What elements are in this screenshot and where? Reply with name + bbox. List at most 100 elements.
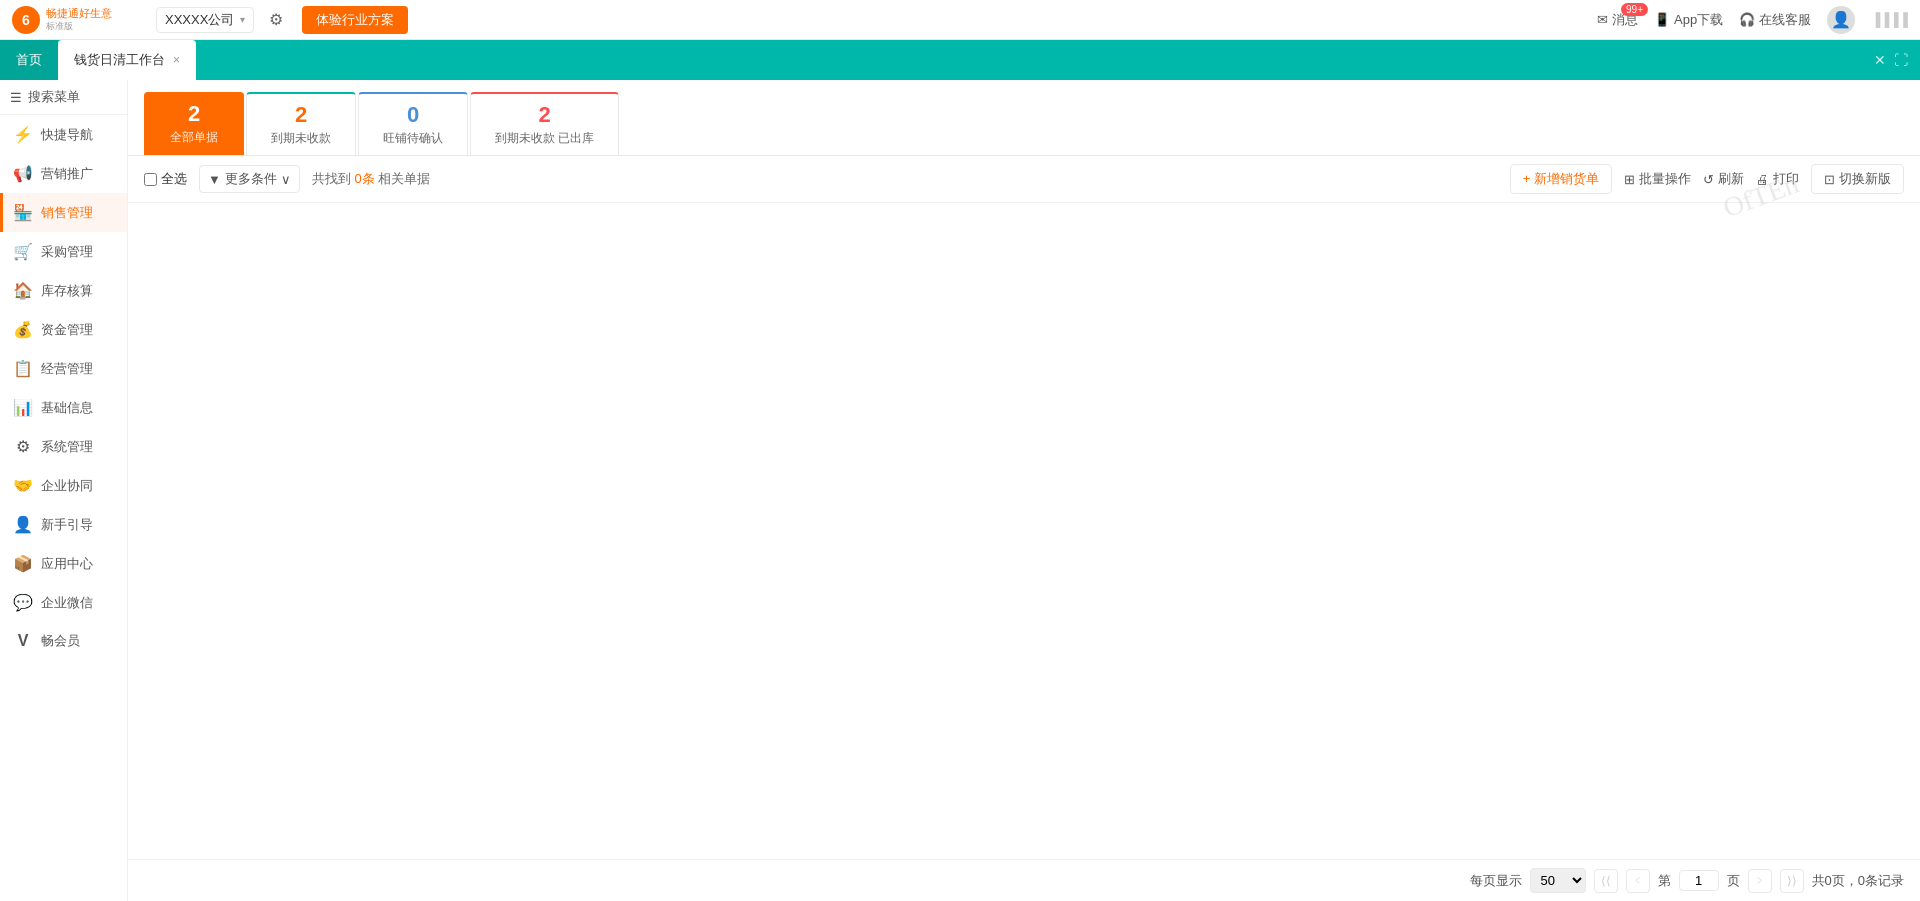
- switch-version-button[interactable]: ⊡ 切换新版: [1811, 164, 1904, 194]
- print-button[interactable]: 🖨 打印: [1756, 170, 1799, 188]
- stat-number-pending: 0: [407, 102, 419, 128]
- stat-label-pending: 旺铺待确认: [383, 130, 443, 147]
- first-page-button[interactable]: ⟨⟨: [1594, 869, 1618, 893]
- sidebar-item-finance[interactable]: 💰 资金管理: [0, 310, 127, 349]
- sidebar-item-enterprise-coop[interactable]: 🤝 企业协同: [0, 466, 127, 505]
- page-input[interactable]: [1679, 870, 1719, 891]
- sidebar-item-marketing[interactable]: 📢 营销推广: [0, 154, 127, 193]
- add-sales-order-button[interactable]: + 新增销货单: [1510, 164, 1612, 194]
- search-menu-button[interactable]: ☰ 搜索菜单: [0, 80, 127, 115]
- sidebar-item-label: 快捷导航: [41, 126, 93, 144]
- select-all-label: 全选: [161, 170, 187, 188]
- refresh-icon: ↺: [1703, 172, 1714, 187]
- prev-page-button[interactable]: ﹤: [1626, 869, 1650, 893]
- sidebar-item-label: 畅会员: [41, 632, 80, 650]
- found-text: 共找到 0条 相关单据: [312, 170, 430, 188]
- filter-icon: ▼: [208, 172, 221, 187]
- page-suffix: 页: [1727, 872, 1740, 890]
- batch-icon: ⊞: [1624, 172, 1635, 187]
- filter-label: 更多条件: [225, 170, 277, 188]
- sidebar-item-label: 基础信息: [41, 399, 93, 417]
- stat-tab-pending[interactable]: 0 旺铺待确认: [358, 92, 468, 155]
- sidebar-item-quick-nav[interactable]: ⚡ 快捷导航: [0, 115, 127, 154]
- stat-label-all: 全部单据: [170, 129, 218, 146]
- sidebar-item-newbie-guide[interactable]: 👤 新手引导: [0, 505, 127, 544]
- logo-icon: 6: [12, 6, 40, 34]
- trial-button[interactable]: 体验行业方案: [302, 6, 408, 34]
- message-icon: ✉: [1597, 12, 1608, 27]
- company-selector[interactable]: XXXXX公司 ▾: [156, 7, 254, 33]
- stat-number-overdue-shipped: 2: [539, 102, 551, 128]
- stat-label-overdue: 到期未收款: [271, 130, 331, 147]
- marketing-icon: 📢: [13, 164, 33, 183]
- online-service-label: 在线客服: [1759, 11, 1811, 29]
- switch-icon: ⊡: [1824, 172, 1835, 187]
- operations-icon: 📋: [13, 359, 33, 378]
- per-page-label: 每页显示: [1470, 872, 1522, 890]
- found-count: 0条: [355, 171, 375, 186]
- main-layout: ☰ 搜索菜单 ⚡ 快捷导航 📢 营销推广 🏪 销售管理 🛒 采购管理 🏠 库存核…: [0, 80, 1920, 901]
- refresh-button[interactable]: ↺ 刷新: [1703, 170, 1744, 188]
- sales-icon: 🏪: [13, 203, 33, 222]
- top-header: 6 畅捷通好生意 标准版 XXXXX公司 ▾ ⚙ 体验行业方案 ✉ 消息 99+…: [0, 0, 1920, 40]
- message-button[interactable]: ✉ 消息 99+: [1597, 11, 1638, 29]
- search-icon: ☰: [10, 90, 22, 105]
- logo-text: 畅捷通好生意: [46, 6, 112, 20]
- sidebar-item-label: 企业微信: [41, 594, 93, 612]
- found-suffix: 相关单据: [378, 171, 430, 186]
- table-area: [128, 203, 1920, 859]
- filter-button[interactable]: ▼ 更多条件 ∨: [199, 165, 300, 193]
- company-name: XXXXX公司: [165, 11, 234, 29]
- switch-label: 切换新版: [1839, 170, 1891, 188]
- sidebar-item-label: 新手引导: [41, 516, 93, 534]
- header-right: ✉ 消息 99+ 📱 App下载 🎧 在线客服 👤 ▐▐▐▐: [1597, 6, 1908, 34]
- select-all-checkbox[interactable]: 全选: [144, 170, 187, 188]
- stat-number-all: 2: [188, 101, 200, 127]
- filter-chevron-icon: ∨: [281, 172, 291, 187]
- sidebar-item-system[interactable]: ⚙ 系统管理: [0, 427, 127, 466]
- stat-tab-overdue[interactable]: 2 到期未收款: [246, 92, 356, 155]
- expand-icon[interactable]: ⛶: [1894, 52, 1908, 68]
- next-page-button[interactable]: ﹥: [1748, 869, 1772, 893]
- search-menu-label: 搜索菜单: [28, 88, 80, 106]
- total-label: 共0页，0条记录: [1812, 872, 1904, 890]
- home-tab-label: 首页: [16, 51, 42, 69]
- sidebar-item-enterprise-wechat[interactable]: 💬 企业微信: [0, 583, 127, 622]
- tab-bar: 首页 钱货日清工作台 × ✕ ⛶: [0, 40, 1920, 80]
- content-area: 2 全部单据 2 到期未收款 0 旺铺待确认 2 到期未收款 已出库 全选: [128, 80, 1920, 901]
- per-page-select[interactable]: 50 100 200: [1530, 868, 1586, 893]
- sidebar-item-label: 系统管理: [41, 438, 93, 456]
- sidebar-item-vip[interactable]: V 畅会员: [0, 622, 127, 660]
- sidebar-item-operations[interactable]: 📋 经营管理: [0, 349, 127, 388]
- sidebar-item-label: 库存核算: [41, 282, 93, 300]
- purchase-icon: 🛒: [13, 242, 33, 261]
- last-page-button[interactable]: ⟩⟩: [1780, 869, 1804, 893]
- batch-operation-button[interactable]: ⊞ 批量操作: [1624, 170, 1691, 188]
- chevron-down-icon: ▾: [240, 14, 245, 25]
- collapse-icon[interactable]: ✕: [1874, 52, 1886, 68]
- tab-close-icon[interactable]: ×: [173, 53, 180, 67]
- sidebar-item-purchase[interactable]: 🛒 采购管理: [0, 232, 127, 271]
- tab-active[interactable]: 钱货日清工作台 ×: [58, 40, 196, 80]
- newbie-guide-icon: 👤: [13, 515, 33, 534]
- sidebar-item-basic-info[interactable]: 📊 基础信息: [0, 388, 127, 427]
- quick-nav-icon: ⚡: [13, 125, 33, 144]
- select-all-input[interactable]: [144, 173, 157, 186]
- sidebar-item-label: 采购管理: [41, 243, 93, 261]
- sidebar-item-sales[interactable]: 🏪 销售管理: [0, 193, 127, 232]
- avatar[interactable]: 👤: [1827, 6, 1855, 34]
- toolbar: 全选 ▼ 更多条件 ∨ 共找到 0条 相关单据 + 新增销货单 ⊞ 批量操作 ↺: [128, 156, 1920, 203]
- sidebar-item-inventory[interactable]: 🏠 库存核算: [0, 271, 127, 310]
- vip-icon: V: [13, 632, 33, 650]
- settings-button[interactable]: ⚙: [262, 6, 290, 34]
- app-download-button[interactable]: 📱 App下载: [1654, 11, 1723, 29]
- stat-tab-overdue-shipped[interactable]: 2 到期未收款 已出库: [470, 92, 619, 155]
- finance-icon: 💰: [13, 320, 33, 339]
- logo-sub: 标准版: [46, 20, 112, 33]
- print-label: 打印: [1773, 170, 1799, 188]
- tab-home[interactable]: 首页: [0, 40, 58, 80]
- online-service-button[interactable]: 🎧 在线客服: [1739, 11, 1811, 29]
- sidebar-item-app-center[interactable]: 📦 应用中心: [0, 544, 127, 583]
- stat-tab-all[interactable]: 2 全部单据: [144, 92, 244, 155]
- stats-tabs: 2 全部单据 2 到期未收款 0 旺铺待确认 2 到期未收款 已出库: [128, 80, 1920, 156]
